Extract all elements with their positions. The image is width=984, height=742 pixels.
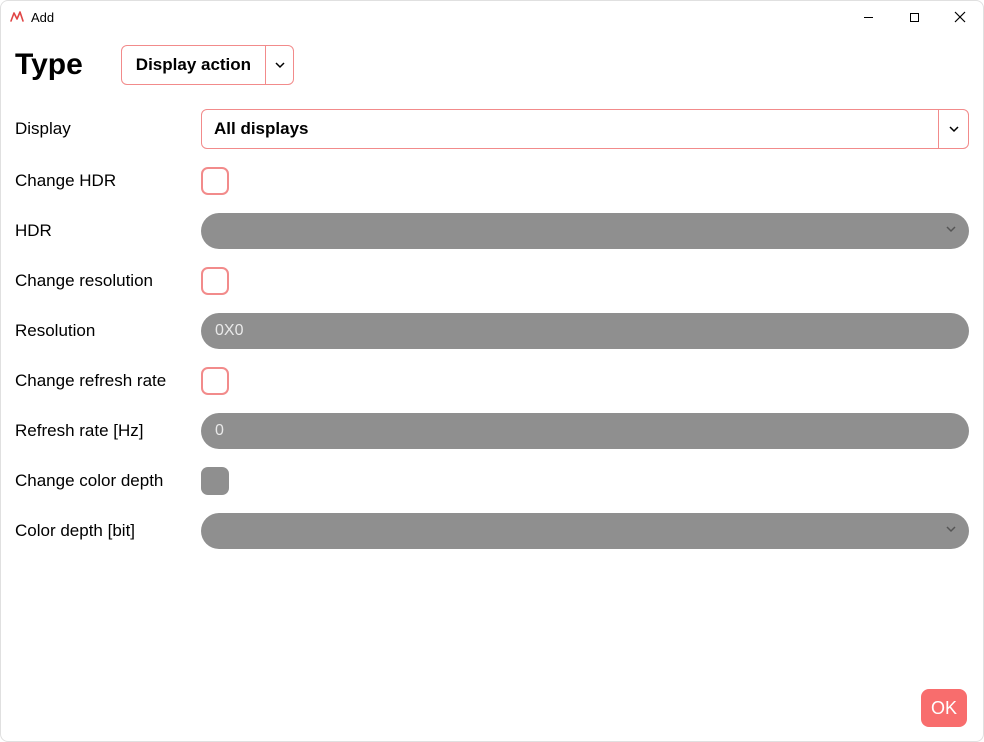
display-select[interactable]: All displays [201, 109, 969, 149]
type-row: Type Display action [15, 45, 969, 85]
refresh-rate-field: 0 [201, 413, 969, 449]
change-resolution-checkbox[interactable] [201, 267, 229, 295]
display-select-value: All displays [202, 119, 938, 139]
change-color-depth-checkbox [201, 467, 229, 495]
change-refresh-label: Change refresh rate [15, 371, 195, 391]
display-label: Display [15, 119, 195, 139]
resolution-value: 0X0 [215, 322, 243, 340]
window-title: Add [31, 10, 54, 25]
change-hdr-checkbox[interactable] [201, 167, 229, 195]
change-color-depth-label: Change color depth [15, 471, 195, 491]
color-depth-select [201, 513, 969, 549]
chevron-down-icon [945, 222, 957, 240]
ok-button-label: OK [931, 698, 957, 719]
chevron-down-icon [945, 522, 957, 540]
hdr-label: HDR [15, 221, 195, 241]
chevron-down-icon [265, 46, 293, 84]
resolution-label: Resolution [15, 321, 195, 341]
close-button[interactable] [937, 1, 983, 33]
type-select[interactable]: Display action [121, 45, 294, 85]
chevron-down-icon [938, 110, 968, 148]
minimize-button[interactable] [845, 1, 891, 33]
change-hdr-label: Change HDR [15, 171, 195, 191]
app-icon [9, 9, 25, 25]
color-depth-label: Color depth [bit] [15, 521, 195, 541]
change-refresh-checkbox[interactable] [201, 367, 229, 395]
hdr-select [201, 213, 969, 249]
type-header-label: Type [15, 48, 83, 82]
refresh-rate-label: Refresh rate [Hz] [15, 421, 195, 441]
ok-button[interactable]: OK [921, 689, 967, 727]
window-controls [845, 1, 983, 33]
title-bar: Add [1, 1, 983, 33]
content-area: Type Display action Display All displays… [1, 33, 983, 549]
maximize-button[interactable] [891, 1, 937, 33]
refresh-rate-value: 0 [215, 422, 224, 440]
change-resolution-label: Change resolution [15, 271, 195, 291]
form-grid: Display All displays Change HDR HDR Chan… [15, 109, 969, 549]
resolution-field: 0X0 [201, 313, 969, 349]
type-select-value: Display action [122, 46, 265, 84]
